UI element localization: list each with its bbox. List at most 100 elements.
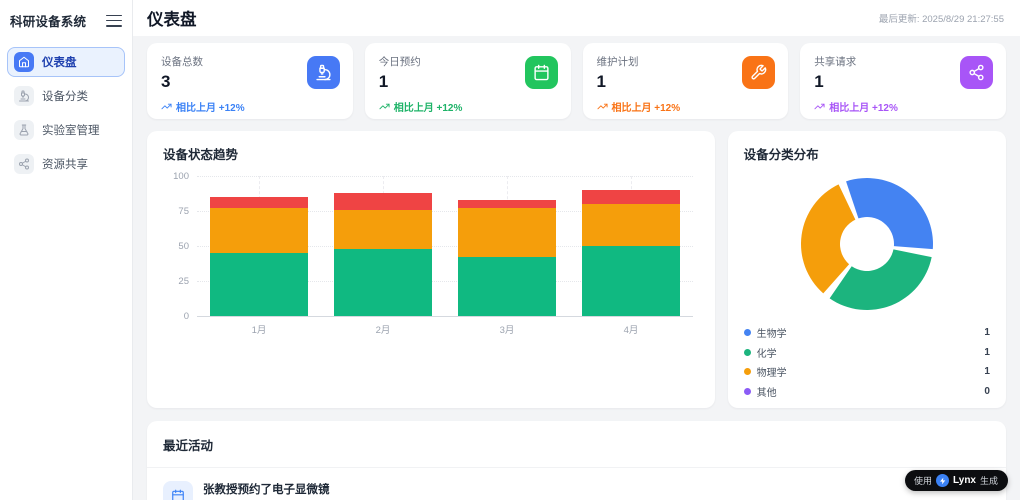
stat-trend-text: 相比上月 +12% [829, 103, 898, 114]
lynx-badge-suffix: 生成 [979, 476, 998, 486]
flask-icon [14, 120, 34, 140]
bar-segment-series-green [458, 257, 556, 316]
stat-trend-text: 相比上月 +12% [611, 103, 681, 114]
sidebar-item-3[interactable]: 实验室管理 [7, 115, 125, 145]
recent-activity-card: 最近活动 张教授预约了电子显微镜10分钟前 [147, 421, 1006, 500]
x-axis-tick-label: 1月 [251, 325, 267, 336]
legend-dot [743, 329, 751, 336]
activity-body: 张教授预约了电子显微镜10分钟前 [203, 481, 330, 500]
trend-up-icon [161, 101, 172, 112]
stat-trend: 相比上月 +12% [379, 99, 557, 114]
app-title: 科研设备系统 [10, 15, 87, 29]
donut-slice-1 [845, 178, 933, 250]
bar-group-2 [334, 176, 432, 316]
bar-group-3 [458, 176, 556, 316]
sidebar-item-2[interactable]: 设备分类 [7, 81, 125, 111]
sidebar-menu: 仪表盘设备分类实验室管理资源共享 [0, 47, 132, 179]
stat-trend: 相比上月 +12% [814, 99, 992, 114]
donut-chart-card: 设备分类分布 生物学 1 化学 1 物理学 1 其他 0 [727, 131, 1006, 408]
bar-segment-series-orange [458, 208, 556, 258]
home-icon [14, 52, 34, 72]
page-title: 仪表盘 [147, 11, 197, 29]
stat-card-3: 维护计划 1 相比上月 +12% [582, 43, 789, 119]
x-axis-tick-label: 3月 [499, 325, 515, 336]
stat-trend: 相比上月 +12% [596, 99, 775, 114]
calendar-icon [163, 481, 193, 500]
legend-dot [743, 368, 751, 375]
legend-label: 物理学 [756, 368, 787, 379]
charts-row: 设备状态趋势 0 25 50 75 100 1月 2月 3月 4月 设备分类分布 生物学 1 化学 1… [147, 131, 1006, 408]
bar-group-4 [582, 176, 680, 316]
bar-group-1 [210, 176, 308, 316]
main-area: 仪表盘 最后更新: 2025/8/29 21:27:55 设备总数 3 相比上月 +… [133, 0, 1020, 500]
sidebar-item-label: 实验室管理 [42, 125, 100, 137]
legend-dot [743, 348, 751, 356]
sidebar-item-label: 资源共享 [42, 159, 88, 171]
x-axis-tick-label: 2月 [375, 325, 391, 336]
stat-trend-text: 相比上月 +12% [393, 103, 463, 114]
legend-dot [743, 387, 751, 395]
bar-segment-series-green [210, 253, 308, 316]
bar-segment-series-orange [334, 209, 432, 249]
microscope-icon [14, 86, 34, 106]
trend-up-icon [814, 101, 825, 112]
bar-segment-series-orange [210, 208, 308, 253]
donut-chart [744, 165, 990, 323]
bar-segment-series-red [334, 192, 432, 210]
bar-chart: 0 25 50 75 100 1月 2月 3月 4月 [163, 168, 699, 383]
microscope-icon [306, 56, 340, 89]
activity-list: 张教授预约了电子显微镜10分钟前 [147, 468, 1006, 500]
stat-card-1: 设备总数 3 相比上月 +12% [147, 43, 353, 119]
donut-chart-title: 设备分类分布 [743, 148, 819, 162]
legend-row-1: 生物学 1 [743, 325, 990, 340]
trend-up-icon [379, 101, 390, 112]
menu-toggle-icon[interactable] [106, 14, 122, 28]
sidebar-item-4[interactable]: 资源共享 [7, 149, 125, 179]
bar-segment-series-green [582, 246, 680, 316]
legend-value: 1 [984, 327, 990, 338]
lynx-badge-prefix: 使用 [914, 476, 933, 486]
recent-activity-title: 最近活动 [163, 439, 214, 453]
y-axis-tick-label: 0 [183, 311, 189, 322]
share-icon [14, 154, 34, 174]
legend-row-4: 其他 0 [743, 384, 990, 399]
bar-segment-series-red [210, 197, 308, 209]
topbar: 仪表盘 最后更新: 2025/8/29 21:27:55 [133, 0, 1020, 36]
recent-activity-header: 最近活动 [147, 421, 1006, 468]
stat-cards-row: 设备总数 3 相比上月 +12% 今日预约 1 相比上月 +12% 维护计划 1 相比上月 +1… [147, 43, 1006, 119]
lynx-logo-icon [936, 474, 950, 487]
bar-chart-card: 设备状态趋势 0 25 50 75 100 1月 2月 3月 4月 [147, 131, 715, 408]
sidebar-item-1[interactable]: 仪表盘 [7, 47, 125, 77]
bar-segment-series-orange [582, 204, 680, 246]
y-axis-tick-label: 75 [178, 206, 189, 217]
activity-item-1[interactable]: 张教授预约了电子显微镜10分钟前 [147, 468, 1006, 500]
sidebar-brand: 科研设备系统 [0, 0, 132, 39]
y-axis-tick-label: 100 [173, 171, 189, 182]
donut-slice-2 [829, 249, 932, 310]
content: 设备总数 3 相比上月 +12% 今日预约 1 相比上月 +12% 维护计划 1 相比上月 +1… [133, 36, 1020, 500]
legend-value: 0 [984, 385, 990, 397]
lynx-badge-brand: Lynx [953, 475, 976, 486]
stat-trend: 相比上月 +12% [161, 99, 339, 114]
calendar-icon [524, 56, 558, 89]
last-updated-text: 最后更新: 2025/8/29 21:27:55 [878, 14, 1004, 25]
donut-legend: 生物学 1 化学 1 物理学 1 其他 0 [743, 325, 990, 399]
stat-card-4: 共享请求 1 相比上月 +12% [800, 43, 1006, 119]
legend-label: 其他 [756, 387, 777, 399]
y-axis-tick-label: 50 [178, 241, 189, 252]
lynx-badge[interactable]: 使用 Lynx 生成 [905, 470, 1008, 491]
trend-up-icon [596, 101, 608, 112]
legend-value: 1 [984, 346, 990, 358]
share-icon [960, 56, 993, 89]
legend-value: 1 [984, 366, 990, 377]
x-axis-line [197, 316, 693, 317]
legend-row-3: 物理学 1 [743, 364, 990, 379]
legend-row-2: 化学 1 [743, 345, 990, 360]
sidebar: 科研设备系统 仪表盘设备分类实验室管理资源共享 [0, 0, 133, 500]
activity-text: 张教授预约了电子显微镜 [203, 484, 330, 496]
x-axis-tick-label: 4月 [623, 325, 639, 336]
bar-chart-title: 设备状态趋势 [163, 148, 239, 162]
bar-segment-series-green [334, 248, 432, 316]
bar-segment-series-red [582, 190, 680, 204]
sidebar-item-label: 设备分类 [42, 91, 88, 103]
